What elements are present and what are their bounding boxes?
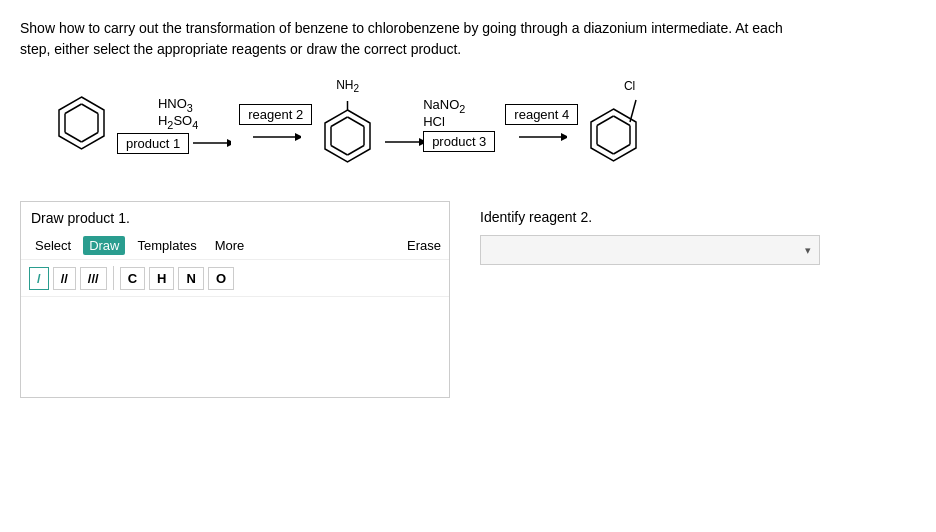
instructions: Show how to carry out the transformation… <box>20 18 890 60</box>
step2-arrow-box: NaNO2 HCl product 3 <box>383 97 497 153</box>
single-bond-tool[interactable]: / <box>29 267 49 290</box>
product1-box: product 1 <box>117 133 189 154</box>
instruction-line2: step, either select the appropriate reag… <box>20 41 461 57</box>
bottom-section: Draw product 1. Select Draw Templates Mo… <box>20 201 916 398</box>
dropdown-arrow-icon: ▾ <box>805 244 811 257</box>
carbon-tool[interactable]: C <box>120 267 145 290</box>
draw-button[interactable]: Draw <box>83 236 125 255</box>
step2b-arrow-box: reagent 4 <box>505 104 578 145</box>
step1-reagent1-hno3: HNO3 <box>158 96 193 114</box>
oxygen-tool[interactable]: O <box>208 267 234 290</box>
more-button[interactable]: More <box>209 236 251 255</box>
templates-button[interactable]: Templates <box>131 236 202 255</box>
erase-button[interactable]: Erase <box>407 238 441 253</box>
double-bond-tool[interactable]: // <box>53 267 76 290</box>
svg-marker-8 <box>227 139 231 147</box>
nitrogen-tool[interactable]: N <box>178 267 203 290</box>
reagent2-select[interactable] <box>481 243 805 258</box>
nh2-label: NH2 <box>336 78 359 94</box>
identify-panel: Identify reagent 2. ▾ <box>480 201 916 265</box>
step1-reagent1-h2so4: H2SO4 <box>158 113 198 131</box>
chlorobenzene-molecule: Cl <box>586 79 641 170</box>
reaction-diagram: HNO3 H2SO4 product 1 reagent 2 NH2 <box>20 78 916 171</box>
select-button[interactable]: Select <box>29 236 77 255</box>
step1-arrow-box: HNO3 H2SO4 product 1 <box>117 96 231 154</box>
reagent4-box: reagent 4 <box>505 104 578 125</box>
product3-box: product 3 <box>423 131 495 152</box>
page: Show how to carry out the transformation… <box>0 0 936 408</box>
draw-panel-title: Draw product 1. <box>21 202 449 232</box>
aniline-molecule: NH2 <box>320 78 375 171</box>
step2-reagent-hcl: HCl <box>423 114 445 129</box>
hydrogen-tool[interactable]: H <box>149 267 174 290</box>
draw-canvas[interactable] <box>21 297 449 397</box>
cl-label: Cl <box>624 79 635 93</box>
svg-marker-10 <box>295 133 301 141</box>
reagent2-box: reagent 2 <box>239 104 312 125</box>
triple-bond-tool[interactable]: /// <box>80 267 107 290</box>
benzene-molecule <box>54 92 109 157</box>
step1b-arrow-box: reagent 2 <box>239 104 312 145</box>
draw-panel: Draw product 1. Select Draw Templates Mo… <box>20 201 450 398</box>
draw-tools-row: / // /// C H N O <box>21 260 449 297</box>
tool-divider-1 <box>113 266 114 290</box>
instruction-line1: Show how to carry out the transformation… <box>20 20 783 36</box>
step2-reagent-nano2: NaNO2 <box>423 97 465 115</box>
identify-dropdown[interactable]: ▾ <box>480 235 820 265</box>
draw-toolbar: Select Draw Templates More Erase <box>21 232 449 260</box>
identify-title: Identify reagent 2. <box>480 201 916 225</box>
svg-marker-22 <box>561 133 567 141</box>
